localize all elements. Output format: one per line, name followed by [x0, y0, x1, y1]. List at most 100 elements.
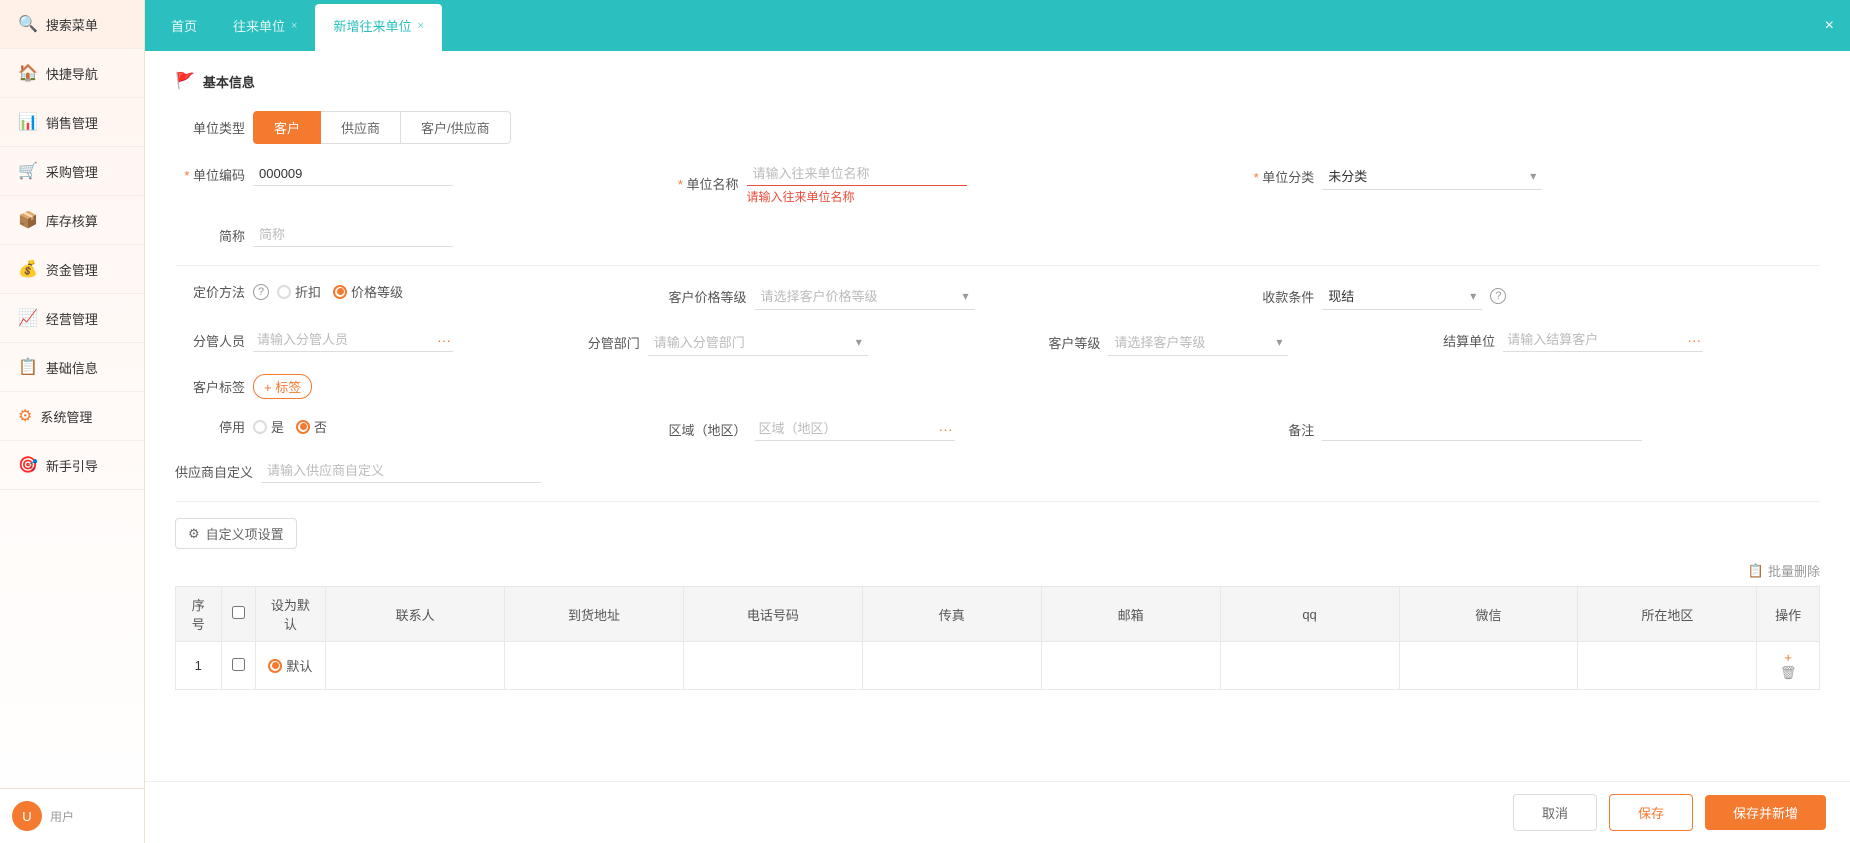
disable-radio-group: 是 否	[253, 417, 327, 436]
customer-tag-label: 客户标签	[175, 377, 245, 396]
type-btn-customer[interactable]: 客户	[253, 111, 321, 144]
chevron-down-icon4: ▾	[856, 335, 862, 349]
remark-input[interactable]	[1322, 417, 1642, 441]
row-checkbox[interactable]	[232, 658, 245, 671]
qq-input[interactable]	[1231, 658, 1389, 673]
td-email	[1041, 642, 1220, 690]
window-close-button[interactable]: ×	[1817, 13, 1842, 39]
td-address	[505, 642, 684, 690]
sidebar-item-purchase[interactable]: 🛒 采购管理	[0, 147, 144, 196]
abbreviation-input[interactable]	[253, 223, 453, 247]
save-and-new-button[interactable]: 保存并新增	[1705, 795, 1826, 830]
department-select[interactable]: 请输入分管部门 ▾	[648, 328, 868, 356]
tag-add-button[interactable]: + 标签	[253, 374, 312, 399]
supplier-custom-row: 供应商自定义	[175, 459, 1820, 483]
supplier-custom-input[interactable]	[261, 459, 541, 483]
settlement-input-group: ···	[1503, 328, 1703, 352]
batch-actions-bar: 📋 批量删除	[175, 561, 1820, 580]
settlement-ellipsis-btn[interactable]: ···	[1685, 332, 1703, 348]
type-btn-both[interactable]: 客户/供应商	[401, 111, 511, 144]
sidebar-item-guide[interactable]: 🎯 新手引导	[0, 441, 144, 490]
region-input[interactable]	[1588, 658, 1746, 673]
area-input[interactable]	[755, 417, 937, 440]
th-checkbox	[221, 587, 255, 642]
customer-level-select[interactable]: 请选择客户等级 ▾	[1108, 328, 1288, 356]
unit-code-input[interactable]	[253, 162, 453, 186]
td-wechat	[1399, 642, 1578, 690]
td-contact	[326, 642, 505, 690]
tab-bar: 首页 往来单位 × 新增往来单位 × ×	[145, 0, 1850, 51]
flag-icon: 🚩	[175, 71, 195, 91]
area-ellipsis-btn[interactable]: ···	[937, 421, 955, 437]
department-label: 分管部门	[570, 333, 640, 352]
th-qq: qq	[1220, 587, 1399, 642]
manager-label: 分管人员	[175, 331, 245, 350]
type-btn-supplier[interactable]: 供应商	[321, 111, 401, 144]
area-input-group: ···	[755, 417, 955, 441]
radio-discount[interactable]: 折扣	[277, 282, 321, 301]
unit-name-input[interactable]	[747, 162, 967, 186]
radio-default[interactable]: 默认	[266, 656, 316, 675]
customer-level-label: 客户等级	[1030, 333, 1100, 352]
sidebar-item-quick-nav[interactable]: 🏠 快捷导航	[0, 49, 144, 98]
remark-label: 备注	[1244, 420, 1314, 439]
unit-category-label: 单位分类	[1244, 167, 1314, 186]
batch-delete-label[interactable]: 批量删除	[1768, 561, 1820, 580]
radio-no[interactable]: 否	[296, 417, 327, 436]
payment-help-icon[interactable]: ?	[1490, 288, 1506, 304]
form-content: 🚩 基本信息 单位类型 客户 供应商 客户/供应商 单位编码 单位名称	[145, 51, 1850, 781]
td-actions: + 🗑	[1757, 642, 1820, 690]
settlement-unit-input[interactable]	[1503, 328, 1685, 351]
settlement-unit-label: 结算单位	[1425, 331, 1495, 350]
select-all-checkbox[interactable]	[232, 606, 245, 619]
custom-settings-button[interactable]: ⚙ 自定义项设置	[175, 518, 297, 549]
gear-icon: ⚙	[188, 526, 200, 542]
td-seq: 1	[176, 642, 222, 690]
main-area: 首页 往来单位 × 新增往来单位 × × 🚩 基本信息 单位类型 客户 供应商 …	[145, 0, 1850, 843]
add-row-btn[interactable]: +	[1784, 650, 1792, 665]
unit-type-buttons: 客户 供应商 客户/供应商	[253, 111, 511, 144]
tab-partner[interactable]: 往来单位 ×	[215, 4, 315, 47]
customer-price-level-label: 客户价格等级	[669, 287, 747, 306]
sidebar-item-sales[interactable]: 📊 销售管理	[0, 98, 144, 147]
radio-yes-circle	[253, 420, 267, 434]
purchase-icon: 🛒	[18, 161, 38, 181]
basic-info-icon: 📋	[18, 357, 38, 377]
tab-new-partner-close[interactable]: ×	[417, 20, 423, 32]
unit-category-select[interactable]: 未分类 ▾	[1322, 162, 1542, 190]
sidebar-item-finance[interactable]: 💰 资金管理	[0, 245, 144, 294]
manager-input[interactable]	[253, 328, 435, 351]
tab-home[interactable]: 首页	[153, 4, 215, 47]
contact-input[interactable]	[336, 658, 494, 673]
manager-ellipsis-btn[interactable]: ···	[435, 332, 453, 348]
payment-terms-label: 收款条件	[1244, 287, 1314, 306]
td-phone	[683, 642, 862, 690]
wechat-input[interactable]	[1410, 658, 1568, 673]
address-input[interactable]	[515, 658, 673, 673]
sidebar-item-system[interactable]: ⚙ 系统管理	[0, 392, 144, 441]
save-button[interactable]: 保存	[1609, 794, 1693, 831]
sidebar-footer: U 用户	[0, 788, 144, 843]
payment-terms-select[interactable]: 现结 ▾	[1322, 282, 1482, 310]
unit-info-row: 单位编码 单位名称 请输入往来单位名称 单位分类 未分类 ▾	[175, 162, 1820, 205]
email-input[interactable]	[1052, 658, 1210, 673]
supplier-custom-label: 供应商自定义	[175, 462, 253, 481]
customer-price-level-select[interactable]: 请选择客户价格等级 ▾	[755, 282, 975, 310]
tab-new-partner[interactable]: 新增往来单位 ×	[315, 4, 441, 51]
pricing-help-icon[interactable]: ?	[253, 284, 269, 300]
tab-partner-close[interactable]: ×	[291, 20, 297, 32]
sidebar-item-basic-info[interactable]: 📋 基础信息	[0, 343, 144, 392]
sidebar-item-operations[interactable]: 📈 经营管理	[0, 294, 144, 343]
phone-input[interactable]	[694, 658, 852, 673]
th-action: 操作	[1757, 587, 1820, 642]
sidebar-item-inventory[interactable]: 📦 库存核算	[0, 196, 144, 245]
delete-row-btn[interactable]: 🗑	[1780, 665, 1797, 680]
sidebar-item-search-menu[interactable]: 🔍 搜索菜单	[0, 0, 144, 49]
fax-input[interactable]	[873, 658, 1031, 673]
cancel-button[interactable]: 取消	[1513, 794, 1597, 831]
radio-price-level[interactable]: 价格等级	[333, 282, 403, 301]
radio-yes[interactable]: 是	[253, 417, 284, 436]
inventory-icon: 📦	[18, 210, 38, 230]
search-icon: 🔍	[18, 14, 38, 34]
abbreviation-label: 简称	[175, 226, 245, 245]
